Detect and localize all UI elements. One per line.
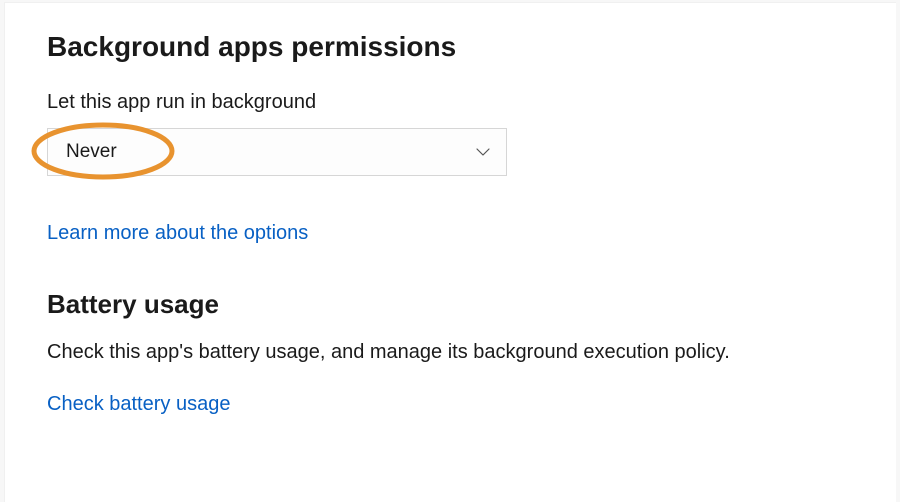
battery-usage-description: Check this app's battery usage, and mana…	[47, 338, 807, 367]
settings-panel: Background apps permissions Let this app…	[4, 2, 896, 502]
chevron-down-icon	[476, 145, 490, 159]
run-in-background-value: Never	[66, 141, 117, 163]
battery-usage-heading: Battery usage	[47, 289, 854, 320]
check-battery-usage-link[interactable]: Check battery usage	[47, 393, 230, 416]
background-apps-heading: Background apps permissions	[47, 31, 854, 63]
run-in-background-label: Let this app run in background	[47, 91, 854, 114]
run-in-background-select[interactable]: Never	[47, 128, 507, 176]
run-in-background-select-wrap: Never	[47, 128, 507, 176]
learn-more-link[interactable]: Learn more about the options	[47, 222, 308, 245]
